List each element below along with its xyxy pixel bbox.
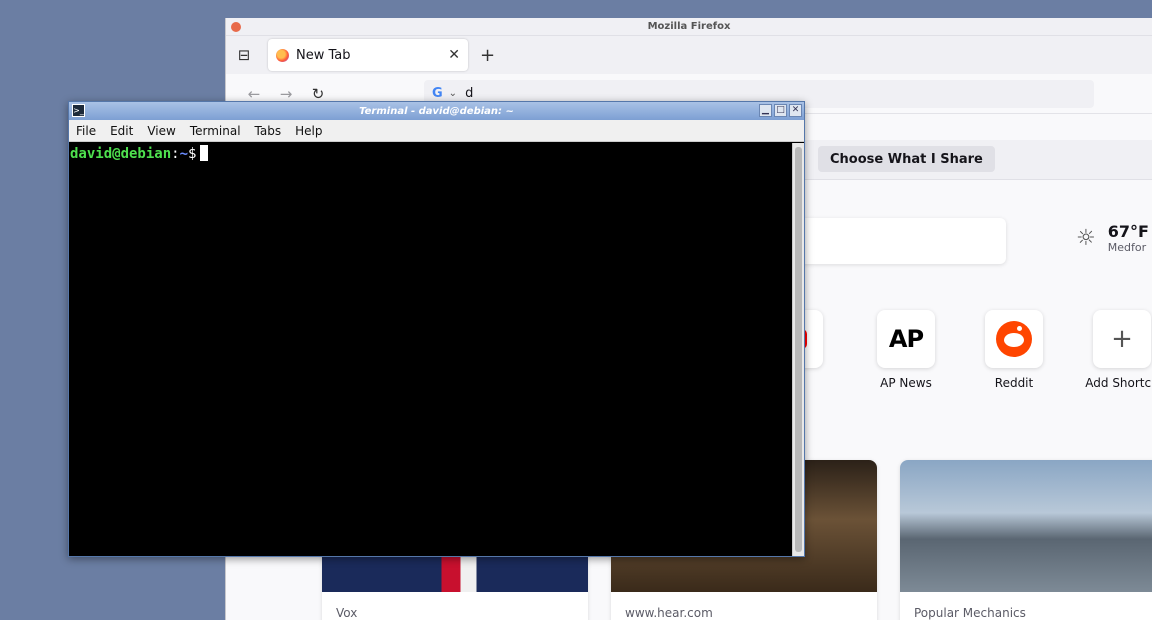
- firefox-titlebar[interactable]: Mozilla Firefox: [226, 18, 1152, 36]
- shortcut-label: Add Shortcu: [1085, 376, 1152, 390]
- prompt-colon: :: [171, 146, 180, 162]
- reload-icon[interactable]: ↻: [302, 85, 334, 103]
- new-tab-plus-icon[interactable]: +: [480, 45, 495, 66]
- maximize-icon[interactable]: □: [774, 104, 787, 117]
- menu-tabs[interactable]: Tabs: [255, 124, 282, 138]
- firefox-close-icon[interactable]: [231, 22, 241, 32]
- menu-file[interactable]: File: [76, 124, 96, 138]
- ap-news-logo-icon: AP: [877, 310, 935, 368]
- shortcut-reddit[interactable]: Reddit: [964, 310, 1064, 390]
- back-arrow-icon[interactable]: ←: [238, 85, 270, 103]
- story-source: www.hear.com: [625, 606, 713, 620]
- terminal-scrollbar[interactable]: [792, 143, 804, 556]
- ap-logo-text: AP: [888, 325, 924, 353]
- menu-view[interactable]: View: [147, 124, 175, 138]
- terminal-screen[interactable]: david@debian:~$: [69, 143, 792, 556]
- terminal-menubar: File Edit View Terminal Tabs Help: [69, 120, 804, 142]
- partly-cloudy-icon: ☼: [1076, 225, 1096, 251]
- close-icon[interactable]: ✕: [789, 104, 802, 117]
- window-controls: ▁ □ ✕: [759, 104, 802, 117]
- google-engine-icon[interactable]: G: [432, 86, 443, 101]
- chevron-down-icon[interactable]: ⌄: [449, 88, 457, 99]
- reddit-logo-icon: [985, 310, 1043, 368]
- menu-edit[interactable]: Edit: [110, 124, 133, 138]
- firefox-favicon-icon: [276, 48, 289, 62]
- tab-bar: ⊟ New Tab ✕ +: [226, 36, 1152, 74]
- plus-icon: +: [1093, 310, 1151, 368]
- story-source: Vox: [336, 606, 358, 620]
- shortcut-label: AP News: [880, 376, 932, 390]
- story-card-popular-mechanics[interactable]: Popular Mechanics: [900, 460, 1152, 620]
- prompt-symbol: $: [188, 146, 197, 162]
- tab-label: New Tab: [296, 47, 351, 63]
- menu-terminal[interactable]: Terminal: [190, 124, 241, 138]
- tab-close-icon[interactable]: ✕: [448, 47, 460, 63]
- choose-what-i-share-button[interactable]: Choose What I Share: [818, 146, 995, 172]
- firefox-window-title: Mozilla Firefox: [647, 21, 731, 32]
- minimize-icon[interactable]: ▁: [759, 104, 772, 117]
- weather-temp: 67°F: [1107, 222, 1149, 241]
- newtab-search-box[interactable]: [786, 218, 1006, 264]
- menu-help[interactable]: Help: [295, 124, 322, 138]
- terminal-app-icon[interactable]: >_: [72, 104, 85, 117]
- tab-new-tab[interactable]: New Tab ✕: [268, 39, 468, 71]
- weather-widget[interactable]: ☼ 67°F Medfor: [1076, 222, 1149, 254]
- shortcut-label: Reddit: [994, 376, 1034, 390]
- prompt-user-host: david@debian: [70, 146, 172, 162]
- terminal-window: >_ Terminal - david@debian: ~ ▁ □ ✕ File…: [68, 101, 805, 557]
- story-image: [900, 460, 1152, 592]
- url-input-text[interactable]: d: [465, 86, 473, 101]
- story-source: Popular Mechanics: [914, 606, 1026, 620]
- shortcut-ap-news[interactable]: AP AP News: [856, 310, 956, 390]
- scrollbar-thumb[interactable]: [795, 147, 802, 552]
- terminal-cursor: [200, 145, 209, 161]
- tab-overview-icon[interactable]: ⊟: [228, 46, 260, 64]
- forward-arrow-icon[interactable]: →: [270, 85, 302, 103]
- prompt-path: ~: [179, 146, 189, 162]
- add-shortcut[interactable]: + Add Shortcu: [1072, 310, 1152, 390]
- terminal-window-title: Terminal - david@debian: ~: [359, 105, 514, 117]
- terminal-titlebar[interactable]: >_ Terminal - david@debian: ~ ▁ □ ✕: [69, 102, 804, 120]
- weather-city: Medfor: [1107, 241, 1147, 254]
